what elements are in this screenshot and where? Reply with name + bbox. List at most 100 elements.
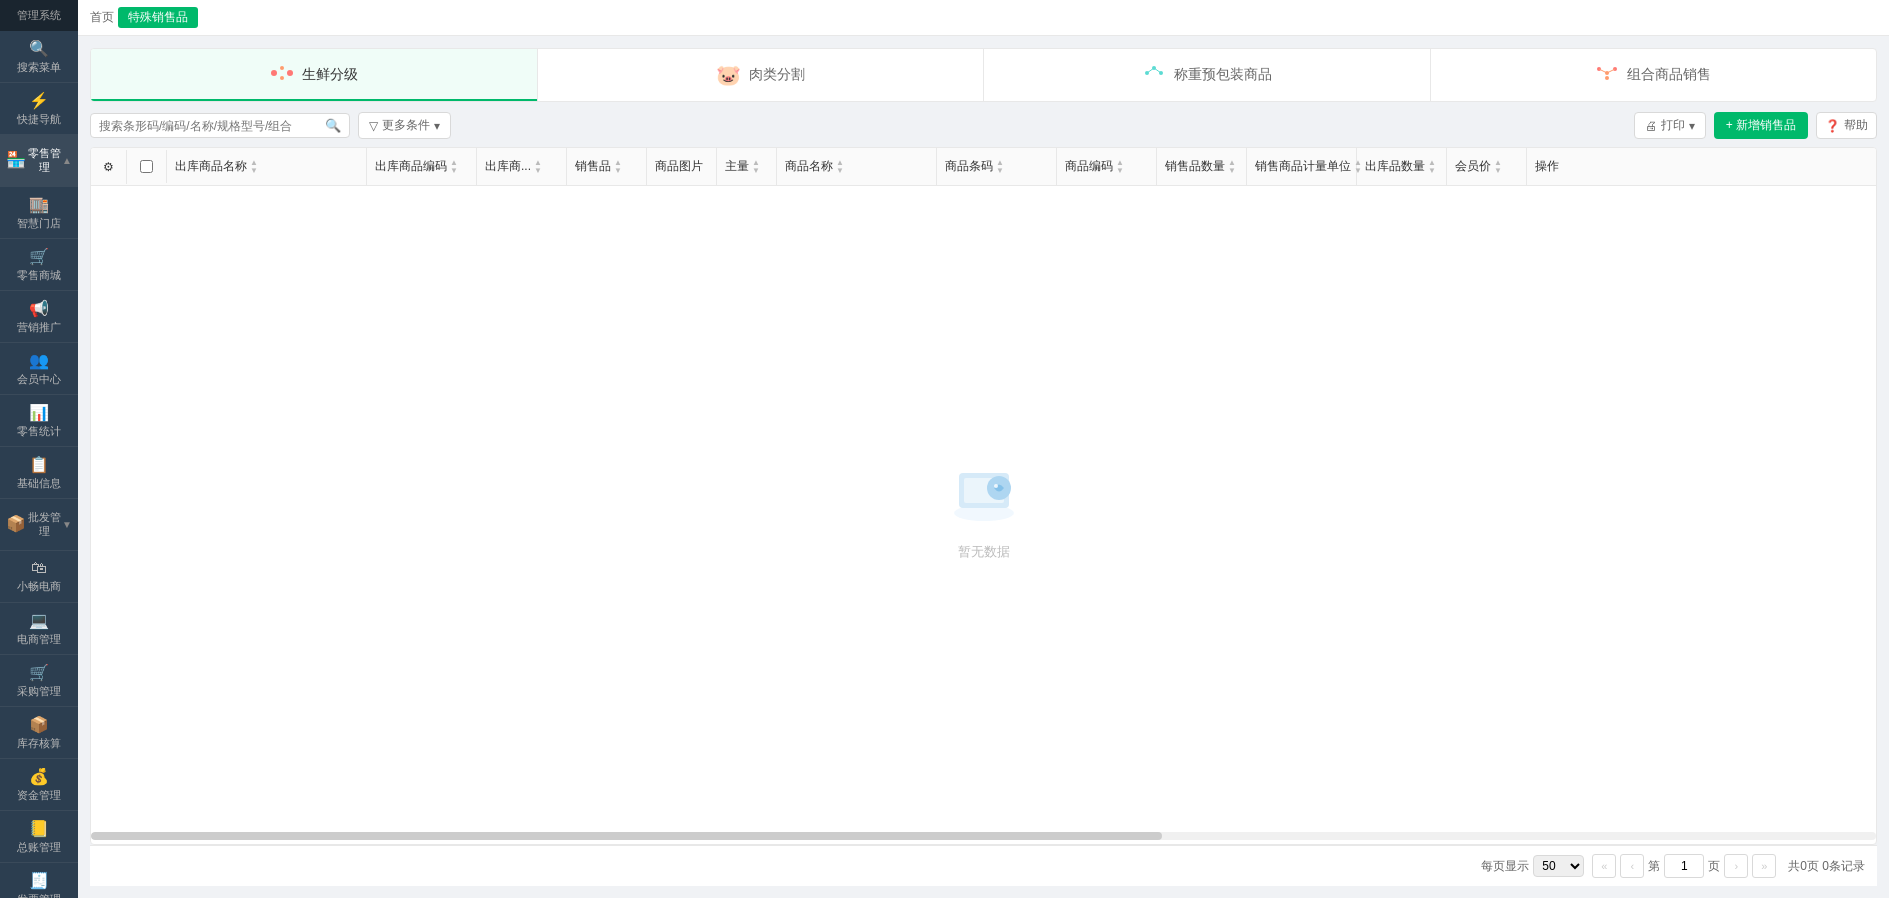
th-image: 商品图片 xyxy=(647,148,717,185)
sidebar-item-label: 批发管理 xyxy=(26,511,62,537)
breadcrumb-current: 特殊销售品 xyxy=(118,7,198,28)
th-setting[interactable]: ⚙ xyxy=(91,150,127,184)
sidebar-item-label: 发票管理 xyxy=(17,893,61,898)
tab-combo[interactable]: 组合商品销售 xyxy=(1431,49,1877,101)
purchase-icon: 🛒 xyxy=(29,663,49,682)
prev-page-button[interactable]: ‹ xyxy=(1620,854,1644,878)
svg-point-12 xyxy=(1605,76,1609,80)
sort-arrows5[interactable]: ▲▼ xyxy=(752,159,760,175)
sidebar-item-micro-shop[interactable]: 🛍 小畅电商 xyxy=(0,551,78,603)
print-button[interactable]: 🖨 打印 ▾ xyxy=(1634,112,1706,139)
sidebar-logo: 管理系统 xyxy=(0,0,78,31)
filter-button[interactable]: ▽ 更多条件 ▾ xyxy=(358,112,451,139)
toolbar-right: 🖨 打印 ▾ + 新增销售品 ❓ 帮助 xyxy=(1634,112,1877,139)
svg-point-3 xyxy=(280,76,284,80)
scale-icon xyxy=(1142,64,1166,87)
sidebar-item-basic[interactable]: 📋 基础信息 xyxy=(0,447,78,499)
sidebar-item-label: 总账管理 xyxy=(17,841,61,854)
sidebar-item-purchase[interactable]: 🛒 采购管理 xyxy=(0,655,78,707)
tab-meat[interactable]: 🐷 肉类分割 xyxy=(538,49,985,101)
smartstore-icon: 🏬 xyxy=(29,195,49,214)
sort-arrows9[interactable]: ▲▼ xyxy=(1228,159,1236,175)
sidebar-item-member[interactable]: 👥 会员中心 xyxy=(0,343,78,395)
sidebar-item-finance[interactable]: 💰 资金管理 xyxy=(0,759,78,811)
sidebar-item-stats[interactable]: 📊 零售统计 xyxy=(0,395,78,447)
tab-fresh-label: 生鲜分级 xyxy=(302,66,358,84)
sidebar-item-search[interactable]: 🔍 搜索菜单 xyxy=(0,31,78,83)
sidebar-item-retail[interactable]: 🏪 零售管理 ▲ xyxy=(0,135,78,187)
printer-icon: 🖨 xyxy=(1645,119,1657,133)
sidebar-item-label: 零售管理 xyxy=(26,147,62,173)
sidebar-item-ecommerce[interactable]: 💻 电商管理 xyxy=(0,603,78,655)
meat-icon: 🐷 xyxy=(716,63,741,87)
cart-icon: 🛒 xyxy=(29,247,49,266)
inventory-icon: 📦 xyxy=(29,715,49,734)
sort-arrows2[interactable]: ▲▼ xyxy=(450,159,458,175)
chart-icon: 📊 xyxy=(29,403,49,422)
sidebar-item-label: 零售统计 xyxy=(17,425,61,438)
sidebar-item-label: 采购管理 xyxy=(17,685,61,698)
filter-icon: ▽ xyxy=(369,119,378,133)
sort-arrows8[interactable]: ▲▼ xyxy=(1116,159,1124,175)
svg-point-0 xyxy=(271,70,277,76)
sidebar-item-quick[interactable]: ⚡ 快捷导航 xyxy=(0,83,78,135)
people-icon: 👥 xyxy=(29,351,49,370)
svg-line-13 xyxy=(1599,69,1607,73)
chevron-down-icon3: ▾ xyxy=(1689,119,1695,133)
page-number-input[interactable] xyxy=(1664,854,1704,878)
search-input[interactable] xyxy=(99,119,325,133)
per-page-select[interactable]: 50 10 20 100 xyxy=(1533,855,1584,877)
table-header: ⚙ 出库商品名称 ▲▼ 出库商品编码 ▲▼ 出库商... ▲▼ xyxy=(91,148,1876,186)
sidebar-item-inventory[interactable]: 📦 库存核算 xyxy=(0,707,78,759)
chevron-down-icon: ▲ xyxy=(62,155,72,166)
th-goodsname: 商品名称 ▲▼ xyxy=(777,148,937,185)
breadcrumb: 首页 特殊销售品 xyxy=(90,7,198,28)
svg-point-2 xyxy=(287,70,293,76)
sidebar-item-label: 会员中心 xyxy=(17,373,61,386)
sort-arrows11[interactable]: ▲▼ xyxy=(1428,159,1436,175)
sort-arrows[interactable]: ▲▼ xyxy=(250,159,258,175)
sort-arrows6[interactable]: ▲▼ xyxy=(836,159,844,175)
sidebar-item-wholesale[interactable]: 📦 批发管理 ▼ xyxy=(0,499,78,551)
tab-scale-label: 称重预包装商品 xyxy=(1174,66,1272,84)
sort-arrows3[interactable]: ▲▼ xyxy=(534,159,542,175)
tab-fresh[interactable]: 生鲜分级 xyxy=(91,49,538,101)
th-check[interactable] xyxy=(127,150,167,183)
chevron-down-icon2: ▼ xyxy=(62,519,72,530)
main-area: 首页 特殊销售品 生鲜分级 🐷 肉类分 xyxy=(78,0,1889,898)
svg-line-7 xyxy=(1147,68,1154,73)
sidebar-item-invoice[interactable]: 🧾 发票管理 xyxy=(0,863,78,898)
breadcrumb-home[interactable]: 首页 xyxy=(90,9,114,26)
per-page-label: 每页显示 xyxy=(1481,858,1529,875)
sort-arrows4[interactable]: ▲▼ xyxy=(614,159,622,175)
sidebar: 管理系统 🔍 搜索菜单 ⚡ 快捷导航 🏪 零售管理 ▲ 🏬 智慧门店 🛒 零售商… xyxy=(0,0,78,898)
page-size-selector: 每页显示 50 10 20 100 xyxy=(1481,855,1584,877)
horizontal-scrollbar[interactable] xyxy=(91,832,1876,840)
sort-arrows7[interactable]: ▲▼ xyxy=(996,159,1004,175)
svg-point-19 xyxy=(994,484,998,488)
sidebar-item-smart-store[interactable]: 🏬 智慧门店 xyxy=(0,187,78,239)
toolbar: 🔍 ▽ 更多条件 ▾ 🖨 打印 ▾ + 新增销售品 ❓ xyxy=(90,112,1877,139)
add-button[interactable]: + 新增销售品 xyxy=(1714,112,1808,139)
first-page-button[interactable]: « xyxy=(1592,854,1616,878)
svg-line-14 xyxy=(1607,69,1615,73)
sidebar-item-general-ledger[interactable]: 📒 总账管理 xyxy=(0,811,78,863)
tab-meat-label: 肉类分割 xyxy=(749,66,805,84)
megaphone-icon: 📢 xyxy=(29,299,49,318)
sort-arrows12[interactable]: ▲▼ xyxy=(1494,159,1502,175)
sidebar-item-online-mall[interactable]: 🛒 零售商城 xyxy=(0,239,78,291)
sidebar-item-marketing[interactable]: 📢 营销推广 xyxy=(0,291,78,343)
select-all-checkbox[interactable] xyxy=(140,160,153,173)
next-page-button[interactable]: › xyxy=(1724,854,1748,878)
search-box: 🔍 xyxy=(90,113,350,138)
ledger-icon: 📒 xyxy=(29,819,49,838)
store-icon: 🏪 xyxy=(6,150,26,169)
tab-scale[interactable]: 称重预包装商品 xyxy=(984,49,1431,101)
search-icon[interactable]: 🔍 xyxy=(325,118,341,133)
toolbar-left: 🔍 ▽ 更多条件 ▾ xyxy=(90,112,451,139)
help-button[interactable]: ❓ 帮助 xyxy=(1816,112,1877,139)
help-icon: ❓ xyxy=(1825,119,1840,133)
sidebar-item-label: 库存核算 xyxy=(17,737,61,750)
last-page-button[interactable]: » xyxy=(1752,854,1776,878)
page-total: 共0页 0条记录 xyxy=(1788,858,1865,875)
